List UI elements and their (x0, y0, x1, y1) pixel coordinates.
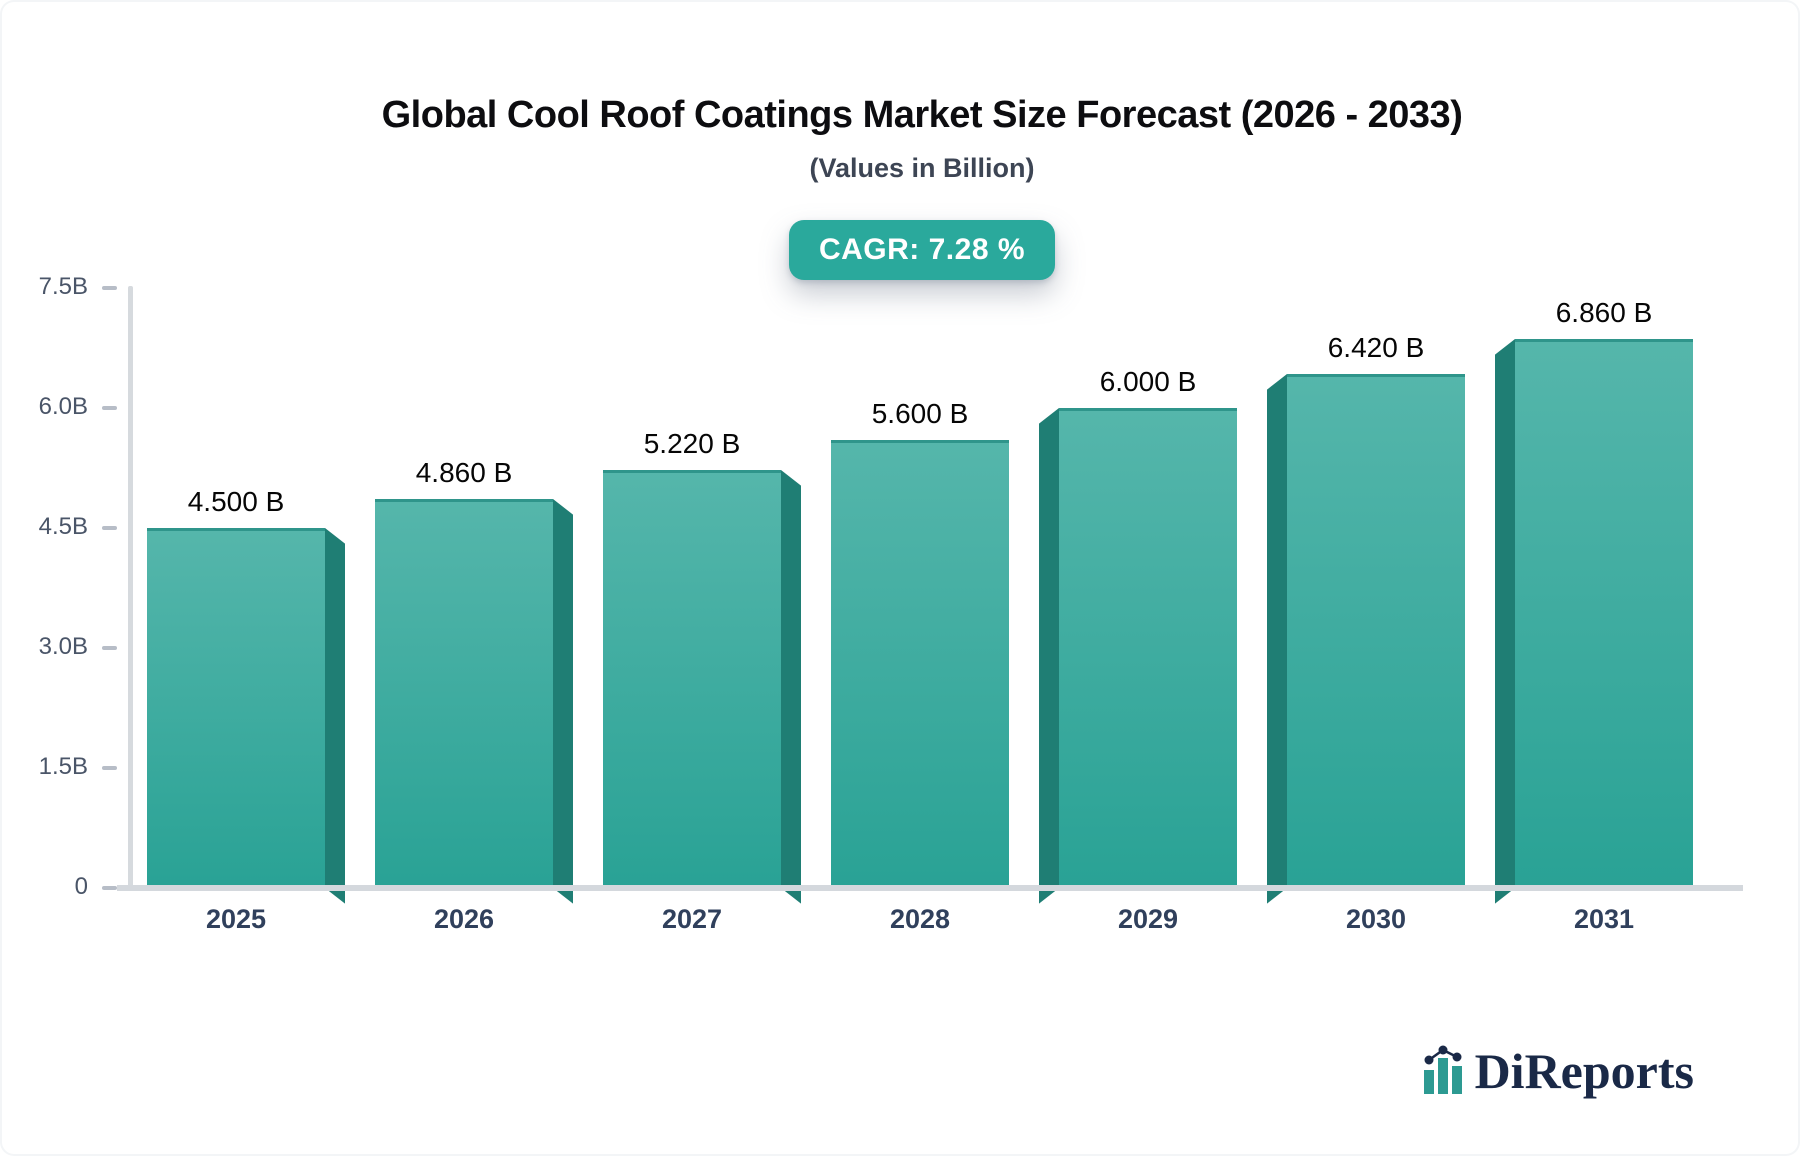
bar-2026: 4.860 B 2026 (350, 288, 578, 934)
bar-value-label: 6.420 B (1327, 332, 1425, 363)
bar-face (1515, 339, 1693, 888)
bar-face (831, 440, 1009, 888)
bar-face (1287, 374, 1465, 888)
y-tick-label: 4.5B (38, 513, 88, 540)
y-tick-mark (102, 886, 117, 890)
y-tick-label: 1.5B (38, 753, 88, 780)
y-tick-mark (102, 286, 117, 290)
y-tick-mark (102, 526, 117, 530)
bars: 4.500 B 2025 4.860 B 2026 5.220 B 2027 5.600 B… (122, 288, 1718, 934)
bar-2030: 6.420 B 2030 (1262, 288, 1490, 934)
y-tick-mark (102, 406, 117, 410)
bar-face (603, 470, 781, 888)
direports-logo: DiReports (1421, 1043, 1694, 1099)
y-tick-mark (102, 646, 117, 650)
x-axis-line (117, 885, 1743, 891)
bar-value-label: 5.600 B (871, 398, 969, 429)
bar-value-label: 4.860 B (415, 457, 513, 488)
bar-2028: 5.600 B 2028 (806, 288, 1034, 934)
bar-face (375, 499, 553, 888)
y-tick-label: 0 (74, 873, 88, 900)
chart-title: Global Cool Roof Coatings Market Size Fo… (381, 94, 1463, 136)
chart-subtitle: (Values in Billion) (809, 153, 1035, 183)
y-tick-label: 3.0B (38, 633, 88, 660)
chart-header: Global Cool Roof Coatings Market Size Fo… (0, 0, 1800, 280)
x-axis-label: 2030 (1345, 904, 1407, 934)
bar-side-panel (1039, 408, 1059, 904)
bar-face (147, 528, 325, 888)
x-axis-label: 2028 (889, 904, 951, 934)
x-axis-label: 2025 (205, 904, 267, 934)
direports-logo-text: DiReports (1474, 1043, 1694, 1099)
bar-2031: 6.860 B 2031 (1490, 288, 1718, 934)
bar-side-panel (1495, 339, 1515, 904)
bar-value-label: 6.860 B (1555, 297, 1653, 328)
cagr-badge: CAGR: 7.28 % (788, 220, 1056, 280)
direports-logo-icon (1423, 1045, 1462, 1094)
chart-canvas: Global Cool Roof Coatings Market Size Fo… (0, 0, 1800, 1156)
bar-2027: 5.220 B 2027 (578, 288, 806, 934)
y-axis: 0 1.5B 3.0B 4.5B 6.0B 7.5B (0, 273, 125, 900)
x-axis-label: 2026 (433, 904, 495, 934)
x-axis-label: 2029 (1117, 904, 1179, 934)
bar-2029: 6.000 B 2029 (1034, 288, 1262, 934)
bar-side-panel (1267, 374, 1287, 904)
bar-value-label: 4.500 B (187, 486, 285, 517)
x-axis-label: 2027 (661, 904, 723, 934)
bar-2025: 4.500 B 2025 (122, 288, 350, 934)
bar-side-panel (325, 528, 345, 904)
bar-face (1059, 408, 1237, 888)
bar-side-panel (781, 470, 801, 904)
y-tick-mark (102, 766, 117, 770)
y-tick-label: 6.0B (38, 393, 88, 420)
x-axis-label: 2031 (1573, 904, 1635, 934)
bar-value-label: 6.000 B (1099, 366, 1197, 397)
bar-side-panel (553, 499, 573, 904)
plot-area: 0 1.5B 3.0B 4.5B 6.0B 7.5B 4.500 B 2025 4.860 B… (0, 273, 1800, 934)
y-tick-label: 7.5B (38, 273, 88, 300)
bar-value-label: 5.220 B (643, 428, 741, 459)
